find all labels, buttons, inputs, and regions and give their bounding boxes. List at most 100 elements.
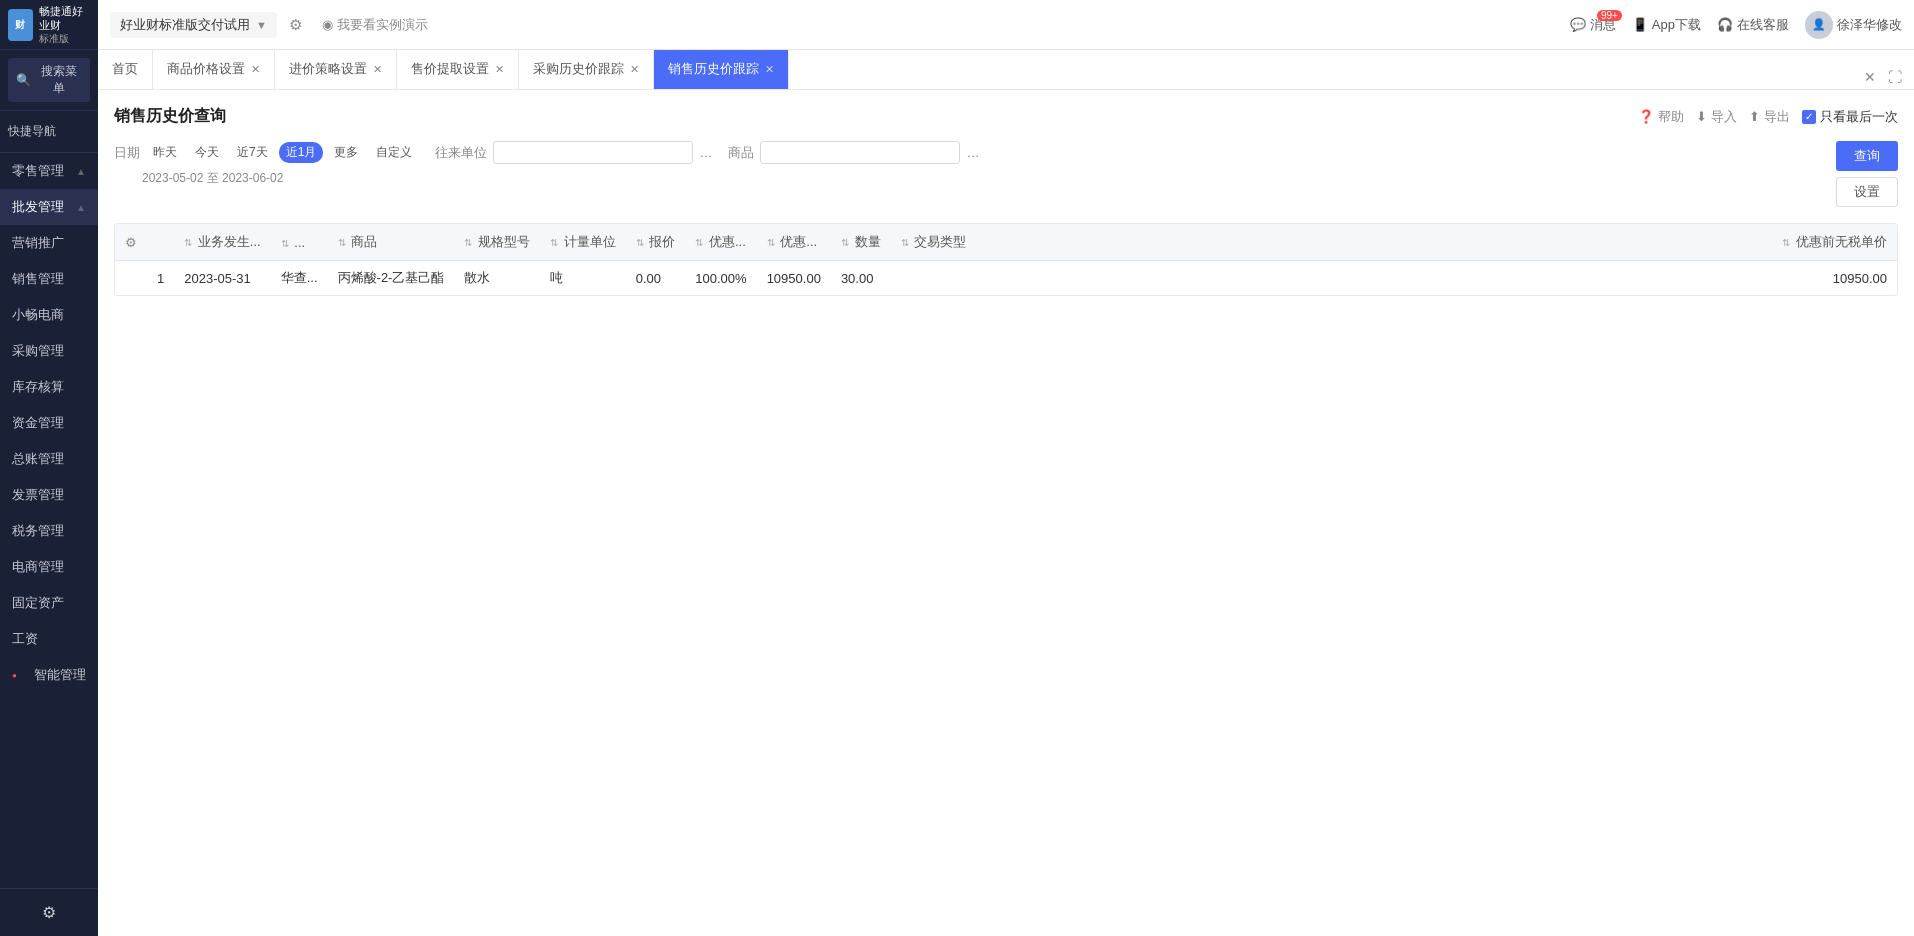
table-settings-icon[interactable]: ⚙ bbox=[125, 235, 137, 250]
online-service-button[interactable]: 🎧 在线客服 bbox=[1717, 16, 1789, 34]
import-link[interactable]: ⬇ 导入 bbox=[1696, 108, 1737, 126]
close-tab-price-strategy-icon[interactable]: ✕ bbox=[373, 63, 382, 76]
close-tab-sales-history-icon[interactable]: ✕ bbox=[765, 63, 774, 76]
message-icon: 💬 bbox=[1570, 17, 1586, 32]
app-download-button[interactable]: 📱 App下载 bbox=[1632, 16, 1701, 34]
only-last-checkbox[interactable]: ✓ bbox=[1802, 110, 1816, 124]
close-tab-product-price-icon[interactable]: ✕ bbox=[251, 63, 260, 76]
th-trade-type[interactable]: ⇅ 交易类型 bbox=[891, 224, 977, 261]
headset-icon: 🎧 bbox=[1717, 17, 1733, 32]
th-discount2[interactable]: ⇅ 优惠... bbox=[757, 224, 831, 261]
customer-input[interactable] bbox=[493, 141, 693, 164]
search-menu-button[interactable]: 🔍 搜索菜单 bbox=[8, 58, 90, 102]
sidebar-item-smart[interactable]: 智能管理 bbox=[0, 657, 98, 693]
cell-pretax-price: 10950.00 bbox=[1772, 261, 1897, 296]
app-logo-text: 畅捷通好业财 标准版 bbox=[39, 4, 90, 46]
export-link[interactable]: ⬆ 导出 bbox=[1749, 108, 1790, 126]
sidebar-item-marketing[interactable]: 营销推广 bbox=[0, 225, 98, 261]
sidebar-item-salary[interactable]: 工资 bbox=[0, 621, 98, 657]
user-icon: 👤 bbox=[1812, 18, 1826, 31]
sort-discount2-icon: ⇅ bbox=[767, 237, 775, 248]
tabbar: 首页 商品价格设置 ✕ 进价策略设置 ✕ 售价提取设置 ✕ 采购历史价跟踪 ✕ … bbox=[98, 50, 1914, 90]
th-date[interactable]: ⇅ 业务发生... bbox=[174, 224, 270, 261]
sidebar-item-finance[interactable]: 资金管理 bbox=[0, 405, 98, 441]
tab-purchase-history[interactable]: 采购历史价跟踪 ✕ bbox=[519, 50, 654, 89]
main-area: 好业财标准版交付试用 ▼ ⚙ ◉ 我要看实例演示 💬 消息 99+ 📱 App下… bbox=[98, 0, 1914, 936]
product-selector[interactable]: 好业财标准版交付试用 ▼ bbox=[110, 12, 277, 38]
date-option-last7[interactable]: 近7天 bbox=[230, 142, 275, 163]
th-pretax-price[interactable]: ⇅ 优惠前无税单价 bbox=[1772, 224, 1897, 261]
th-unit[interactable]: ⇅ 计量单位 bbox=[540, 224, 626, 261]
settings-button[interactable]: 设置 bbox=[1836, 177, 1898, 207]
date-option-last1month[interactable]: 近1月 bbox=[279, 142, 324, 163]
query-button[interactable]: 查询 bbox=[1836, 141, 1898, 171]
play-icon: ◉ bbox=[322, 17, 333, 32]
sidebar-item-ecommerce[interactable]: 电商管理 bbox=[0, 549, 98, 585]
sidebar-item-accounting[interactable]: 总账管理 bbox=[0, 441, 98, 477]
chevron-down-icon: ▼ bbox=[256, 19, 267, 31]
topbar: 好业财标准版交付试用 ▼ ⚙ ◉ 我要看实例演示 💬 消息 99+ 📱 App下… bbox=[98, 0, 1914, 50]
user-menu[interactable]: 👤 徐泽华修改 bbox=[1805, 11, 1902, 39]
sidebar-settings-button[interactable]: ⚙ bbox=[8, 897, 90, 928]
quick-nav-section: 快捷导航 bbox=[0, 111, 98, 153]
sidebar-item-wholesale[interactable]: 批发管理 ▲ bbox=[0, 189, 98, 225]
topbar-right: 💬 消息 99+ 📱 App下载 🎧 在线客服 👤 徐泽华修改 bbox=[1570, 11, 1902, 39]
tab-price-extract[interactable]: 售价提取设置 ✕ bbox=[397, 50, 519, 89]
cell-date: 2023-05-31 bbox=[174, 261, 270, 296]
date-option-more[interactable]: 更多 bbox=[327, 142, 365, 163]
close-tab-action-button[interactable]: ✕ bbox=[1860, 65, 1880, 89]
maximize-tab-button[interactable]: ⛶ bbox=[1884, 65, 1906, 89]
customer-more-button[interactable]: … bbox=[699, 145, 712, 160]
help-icon: ❓ bbox=[1638, 109, 1654, 124]
cell-more-cols: 华查... bbox=[271, 261, 328, 296]
tab-sales-history[interactable]: 销售历史价跟踪 ✕ bbox=[654, 50, 789, 89]
page-inner: 销售历史价查询 ❓ 帮助 ⬇ 导入 ⬆ 导出 ✓ bbox=[98, 90, 1914, 936]
th-quantity[interactable]: ⇅ 数量 bbox=[831, 224, 891, 261]
topbar-settings-icon[interactable]: ⚙ bbox=[285, 12, 306, 38]
sidebar-item-assets[interactable]: 固定资产 bbox=[0, 585, 98, 621]
th-more-cols[interactable]: ⇅ ... bbox=[271, 224, 328, 261]
page-header: 销售历史价查询 ❓ 帮助 ⬇ 导入 ⬆ 导出 ✓ bbox=[114, 106, 1898, 127]
cell-quantity: 30.00 bbox=[831, 261, 891, 296]
product-more-button[interactable]: … bbox=[966, 145, 979, 160]
sidebar-item-retail[interactable]: 零售管理 ▲ bbox=[0, 153, 98, 189]
help-link[interactable]: ❓ 帮助 bbox=[1638, 108, 1684, 126]
sidebar-item-inventory[interactable]: 库存核算 bbox=[0, 369, 98, 405]
filter-fields: 日期 昨天 今天 近7天 近1月 更多 自定义 往来单位 bbox=[114, 141, 1820, 195]
cell-trade-type bbox=[891, 261, 977, 296]
tab-price-strategy[interactable]: 进价策略设置 ✕ bbox=[275, 50, 397, 89]
th-product[interactable]: ⇅ 商品 bbox=[328, 224, 455, 261]
filter-row-1: 日期 昨天 今天 近7天 近1月 更多 自定义 往来单位 bbox=[114, 141, 1820, 164]
sidebar-item-invoice[interactable]: 发票管理 bbox=[0, 477, 98, 513]
sidebar-item-purchase[interactable]: 采购管理 bbox=[0, 333, 98, 369]
sidebar-search-section: 🔍 搜索菜单 bbox=[0, 50, 98, 111]
only-last-checkbox-label[interactable]: ✓ 只看最后一次 bbox=[1802, 108, 1898, 126]
product-input[interactable] bbox=[760, 141, 960, 164]
close-tab-price-extract-icon[interactable]: ✕ bbox=[495, 63, 504, 76]
th-spacer bbox=[976, 224, 1772, 261]
tab-home[interactable]: 首页 bbox=[98, 50, 153, 89]
filter-section: 日期 昨天 今天 近7天 近1月 更多 自定义 往来单位 bbox=[114, 141, 1898, 207]
sort-quantity-icon: ⇅ bbox=[841, 237, 849, 248]
date-option-today[interactable]: 今天 bbox=[188, 142, 226, 163]
th-discount1[interactable]: ⇅ 优惠... bbox=[685, 224, 756, 261]
date-option-custom[interactable]: 自定义 bbox=[369, 142, 419, 163]
sort-price-icon: ⇅ bbox=[636, 237, 644, 248]
product-filter: 商品 … bbox=[728, 141, 979, 164]
date-option-yesterday[interactable]: 昨天 bbox=[146, 142, 184, 163]
th-price[interactable]: ⇅ 报价 bbox=[626, 224, 686, 261]
demo-button[interactable]: ◉ 我要看实例演示 bbox=[322, 16, 428, 34]
sidebar-item-tax[interactable]: 税务管理 bbox=[0, 513, 98, 549]
import-icon: ⬇ bbox=[1696, 109, 1707, 124]
messages-button[interactable]: 💬 消息 99+ bbox=[1570, 16, 1616, 34]
quick-nav-button[interactable]: 快捷导航 bbox=[0, 117, 98, 146]
th-settings[interactable]: ⚙ bbox=[115, 224, 147, 261]
th-spec[interactable]: ⇅ 规格型号 bbox=[454, 224, 540, 261]
date-options: 昨天 今天 近7天 近1月 更多 自定义 bbox=[146, 142, 419, 163]
sidebar-item-ecommerce-small[interactable]: 小畅电商 bbox=[0, 297, 98, 333]
close-tab-purchase-history-icon[interactable]: ✕ bbox=[630, 63, 639, 76]
customer-filter: 往来单位 … bbox=[435, 141, 712, 164]
sidebar-item-sales[interactable]: 销售管理 bbox=[0, 261, 98, 297]
tab-product-price[interactable]: 商品价格设置 ✕ bbox=[153, 50, 275, 89]
sort-tradetype-icon: ⇅ bbox=[901, 237, 909, 248]
